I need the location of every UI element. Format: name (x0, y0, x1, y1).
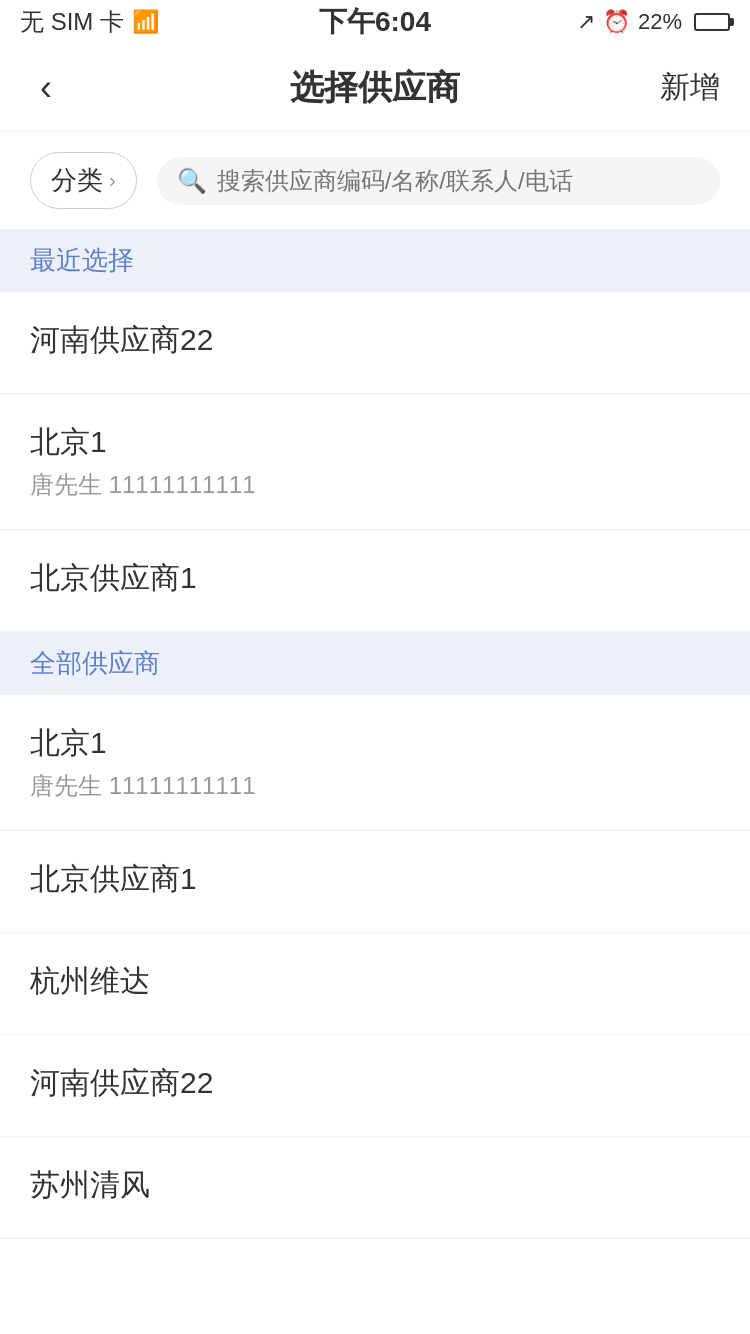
all-section-header: 全部供应商 (0, 632, 750, 695)
item-name: 杭州维达 (30, 961, 720, 1002)
list-item[interactable]: 北京供应商1 (0, 831, 750, 933)
search-icon: 🔍 (177, 167, 207, 195)
all-list: 北京1 唐先生 11111111111 北京供应商1 杭州维达河南供应商22 苏州清风 (0, 695, 750, 1239)
carrier-text: 无 SIM 卡 (20, 6, 124, 38)
list-item[interactable]: 苏州清风 (0, 1137, 750, 1239)
status-bar: 无 SIM 卡 📶 下午6:04 ↗ ⏰ 22% (0, 0, 750, 44)
search-input[interactable] (217, 167, 700, 195)
alarm-icon: ⏰ (603, 9, 630, 35)
item-name: 北京供应商1 (30, 859, 720, 900)
item-name: 河南供应商22 (30, 320, 720, 361)
battery-bar (694, 13, 730, 31)
nav-bar: ‹ 选择供应商 新增 (0, 44, 750, 132)
filter-bar: 分类 › 🔍 (0, 132, 750, 229)
location-icon: ↗ (577, 9, 595, 35)
list-item[interactable]: 北京1 唐先生 11111111111 (0, 695, 750, 831)
recent-list: 河南供应商22 北京1 唐先生 11111111111 北京供应商1 (0, 292, 750, 632)
status-time: 下午6:04 (319, 3, 431, 41)
list-item[interactable]: 河南供应商22 (0, 292, 750, 394)
category-label: 分类 (51, 163, 103, 198)
search-box: 🔍 (157, 157, 720, 205)
chevron-right-icon: › (109, 169, 116, 192)
recent-section-header: 最近选择 (0, 229, 750, 292)
list-item[interactable]: 杭州维达 (0, 933, 750, 1035)
item-sub: 唐先生 11111111111 (30, 469, 720, 501)
item-name: 苏州清风 (30, 1165, 720, 1206)
page-title: 选择供应商 (290, 65, 460, 111)
list-item[interactable]: 北京供应商1 (0, 530, 750, 632)
all-section-label: 全部供应商 (30, 648, 160, 678)
list-item[interactable]: 河南供应商22 (0, 1035, 750, 1137)
recent-section-label: 最近选择 (30, 245, 134, 275)
status-left: 无 SIM 卡 📶 (20, 6, 159, 38)
item-name: 北京1 (30, 422, 720, 463)
list-item[interactable]: 北京1 唐先生 11111111111 (0, 394, 750, 530)
back-button[interactable]: ‹ (30, 60, 62, 116)
item-name: 北京1 (30, 723, 720, 764)
wifi-icon: 📶 (132, 9, 159, 35)
status-right: ↗ ⏰ 22% (577, 9, 730, 35)
item-name: 北京供应商1 (30, 558, 720, 599)
add-button[interactable]: 新增 (660, 67, 720, 108)
item-name: 河南供应商22 (30, 1063, 720, 1104)
battery-percent: 22% (638, 9, 682, 35)
category-button[interactable]: 分类 › (30, 152, 137, 209)
item-sub: 唐先生 11111111111 (30, 770, 720, 802)
